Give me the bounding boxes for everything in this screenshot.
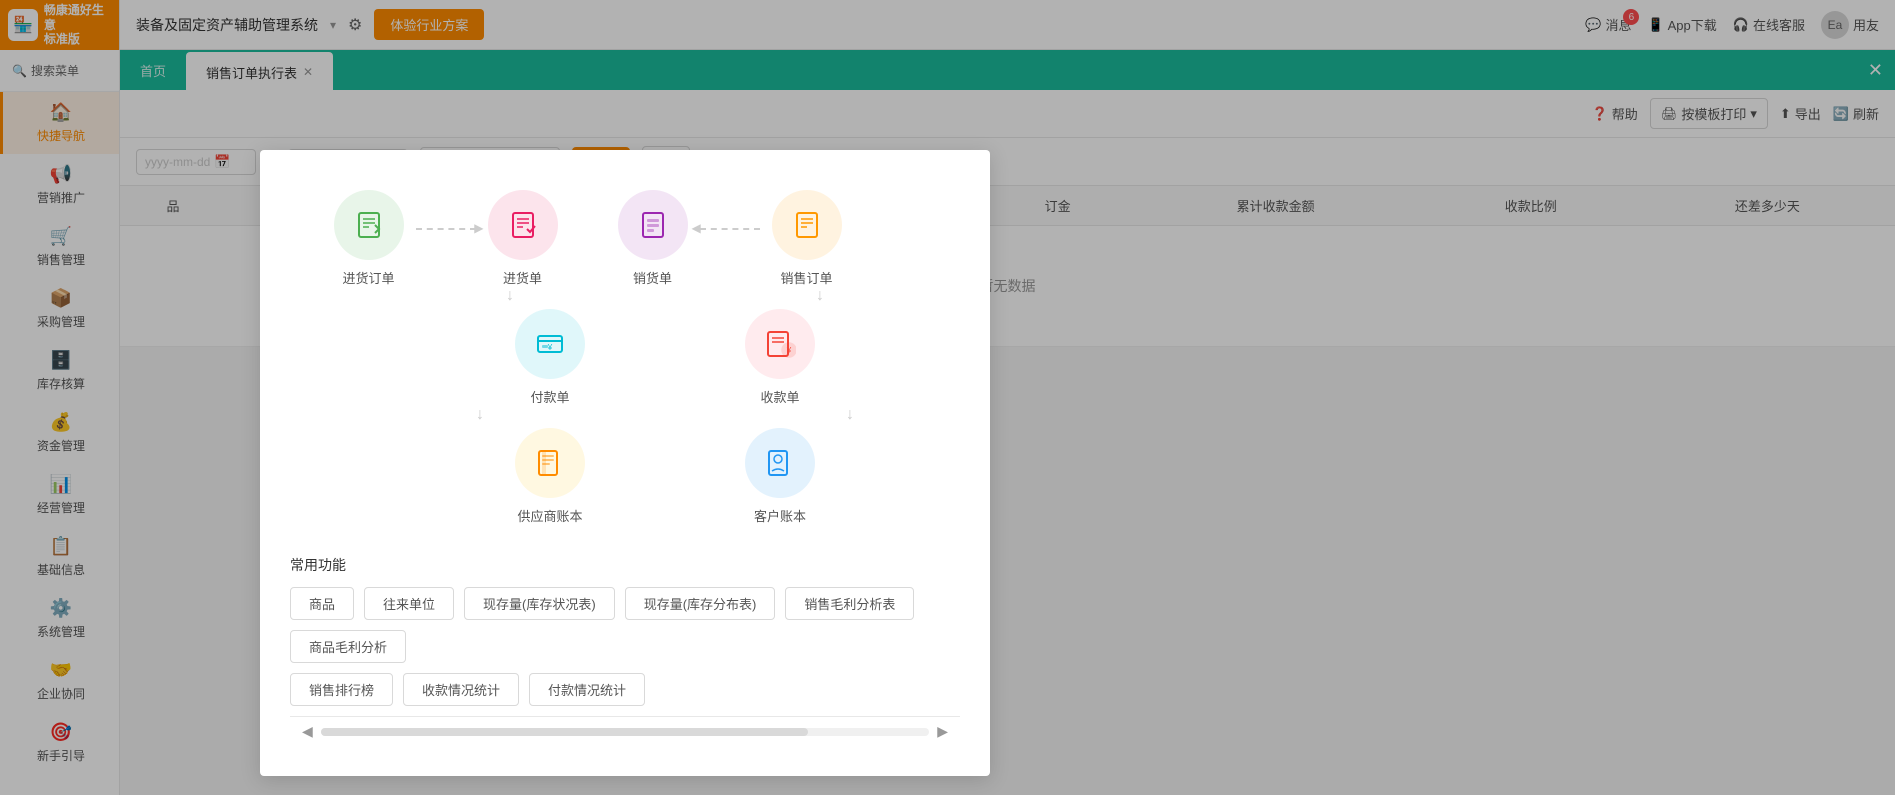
sales-bill-icon	[618, 190, 688, 260]
function-btns-row1: 商品 往来单位 现存量(库存状况表) 现存量(库存分布表) 销售毛利分析表 商品…	[290, 587, 960, 663]
flow-node-sales-bill[interactable]: 销货单	[618, 190, 688, 287]
common-functions: 常用功能 商品 往来单位 现存量(库存状况表) 现存量(库存分布表) 销售毛利分…	[290, 555, 960, 706]
func-btn-stock-dist[interactable]: 现存量(库存分布表)	[625, 587, 776, 620]
func-btn-goods-profit[interactable]: 商品毛利分析	[290, 630, 406, 663]
customer-ledger-label: 客户账本	[754, 506, 806, 525]
flow-node-payment[interactable]: ¥ 付款单	[515, 309, 585, 406]
page-content: ❓ 帮助 🖨 按模板打印 ▾ ⬆ 导出 🔄 刷新	[120, 90, 1895, 795]
scroll-left-icon[interactable]: ◀	[302, 723, 313, 740]
func-btn-payment-stats[interactable]: 付款情况统计	[529, 673, 645, 706]
sales-bill-label: 销货单	[633, 268, 672, 287]
customer-ledger-icon	[745, 428, 815, 498]
func-btn-stock-status[interactable]: 现存量(库存状况表)	[464, 587, 615, 620]
supplier-ledger-icon	[515, 428, 585, 498]
flow-node-purchase-order[interactable]: 进货订单	[334, 190, 404, 287]
func-btn-receipt-stats[interactable]: 收款情况统计	[403, 673, 519, 706]
flow-node-receipt[interactable]: ¥ 收款单	[745, 309, 815, 406]
receipt-icon: ¥	[745, 309, 815, 379]
purchase-order-label: 进货订单	[342, 268, 394, 287]
purchase-bill-label: 进货单	[503, 268, 542, 287]
flow-node-supplier-ledger[interactable]: 供应商账本	[515, 428, 585, 525]
func-btn-goods[interactable]: 商品	[290, 587, 354, 620]
main-content: 装备及固定资产辅助管理系统 ▾ ⚙ 体验行业方案 💬 消息 6 📱 App下载 …	[120, 0, 1895, 795]
scroll-right-icon[interactable]: ▶	[937, 723, 948, 740]
svg-text:¥: ¥	[547, 343, 553, 352]
purchase-bill-icon	[488, 190, 558, 260]
payment-icon: ¥	[515, 309, 585, 379]
function-btns-row2: 销售排行榜 收款情况统计 付款情况统计	[290, 673, 960, 706]
func-btn-sales-rank[interactable]: 销售排行榜	[290, 673, 393, 706]
purchase-order-icon	[334, 190, 404, 260]
func-btn-sales-profit[interactable]: 销售毛利分析表	[785, 587, 914, 620]
scroll-thumb[interactable]	[321, 728, 808, 736]
svg-text:¥: ¥	[786, 346, 792, 355]
flow-node-sales-order[interactable]: 销售订单	[772, 190, 842, 287]
sales-order-label: 销售订单	[780, 268, 832, 287]
flow-node-purchase-bill[interactable]: 进货单	[488, 190, 558, 287]
common-functions-title: 常用功能	[290, 555, 960, 575]
payment-label: 付款单	[530, 387, 569, 406]
func-btn-partner[interactable]: 往来单位	[364, 587, 454, 620]
scroll-track[interactable]	[321, 728, 929, 736]
receipt-label: 收款单	[760, 387, 799, 406]
flow-node-customer-ledger[interactable]: 客户账本	[745, 428, 815, 525]
supplier-ledger-label: 供应商账本	[517, 506, 582, 525]
flow-modal: 进货订单 ▶	[260, 150, 990, 776]
modal-scrollbar: ◀ ▶	[290, 716, 960, 746]
sales-order-icon	[772, 190, 842, 260]
flow-diagram: 进货订单 ▶	[290, 180, 960, 545]
